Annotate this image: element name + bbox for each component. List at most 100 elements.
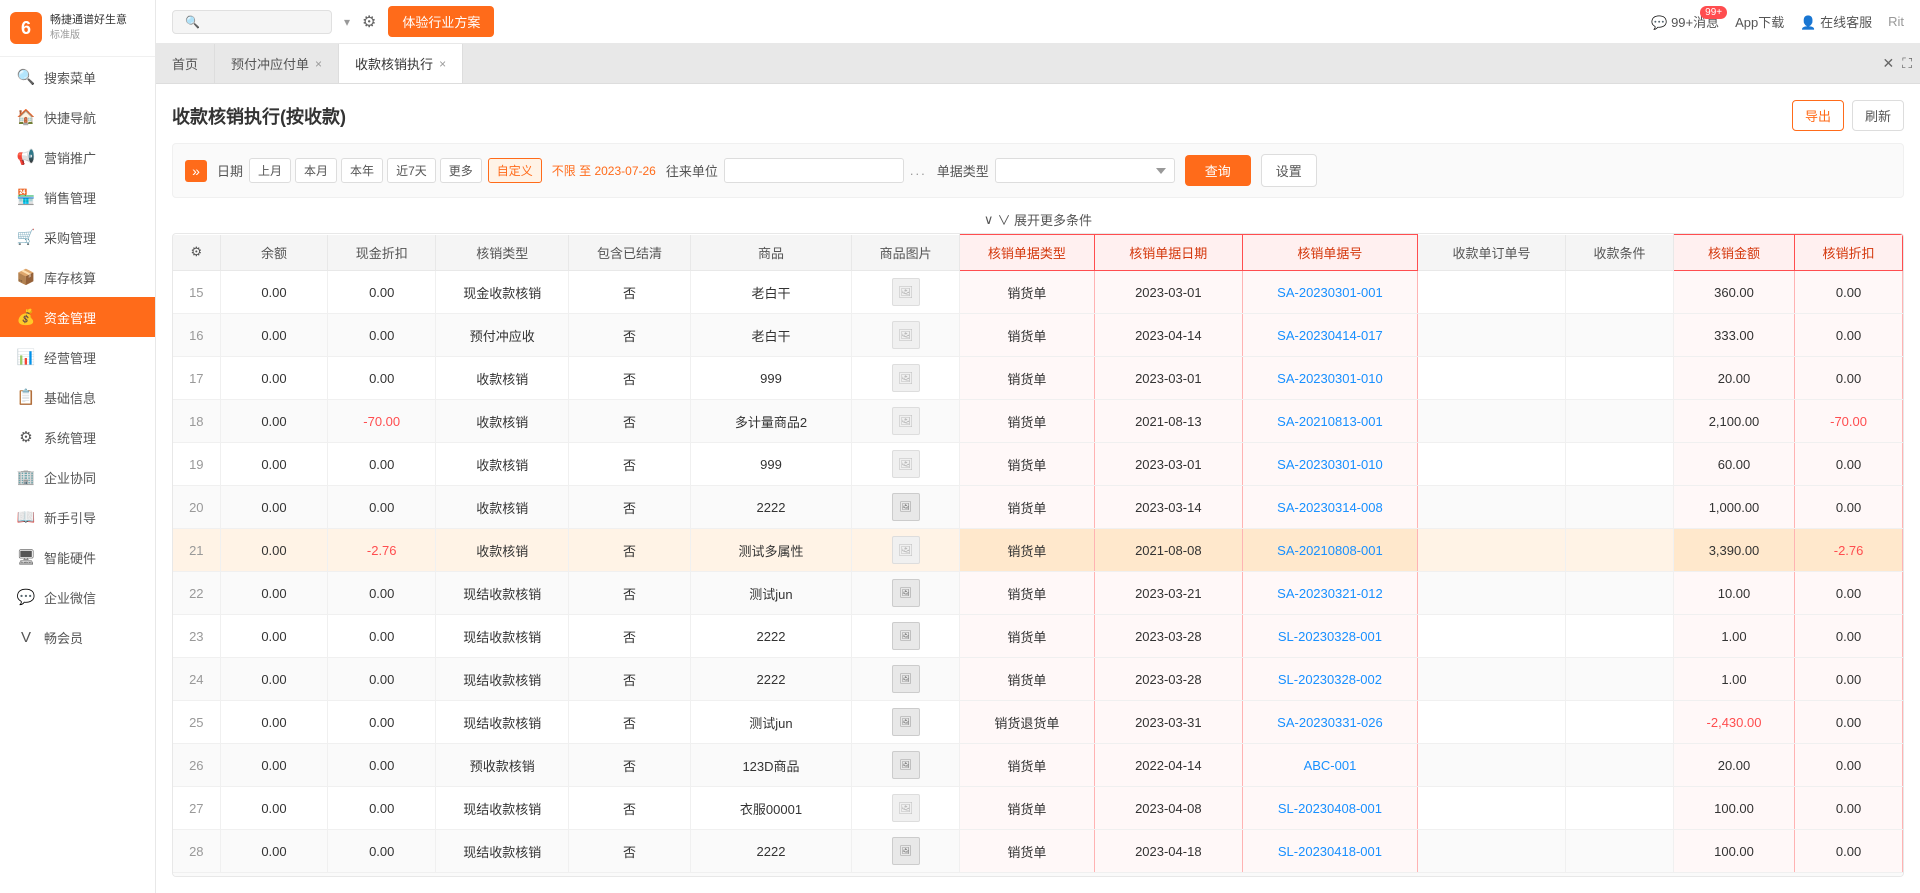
bill-no-link[interactable]: ABC-001: [1304, 758, 1357, 773]
cell-cash_discount: -70.00: [328, 400, 436, 443]
cell-cancel_bill_no[interactable]: SA-20230321-012: [1242, 572, 1417, 615]
sidebar-item-operation[interactable]: 📊 经营管理: [0, 337, 155, 377]
tab-home[interactable]: 首页: [156, 44, 215, 83]
date-btn-近7天[interactable]: 近7天: [387, 158, 436, 183]
cell-icon: 22: [173, 572, 220, 615]
date-btn-上月[interactable]: 上月: [249, 158, 291, 183]
sidebar-item-guide[interactable]: 📖 新手引导: [0, 497, 155, 537]
query-button[interactable]: 查询: [1185, 155, 1251, 186]
sidebar-item-hardware[interactable]: 🖥 智能硬件: [0, 537, 155, 577]
bill-no-link[interactable]: SA-20210808-001: [1277, 543, 1383, 558]
sidebar-item-member[interactable]: V 畅会员: [0, 617, 155, 657]
col-header-cancel_bill_type: 核销单据类型: [960, 235, 1095, 271]
cell-cancel_bill_no[interactable]: SA-20230301-001: [1242, 271, 1417, 314]
cell-cancel_bill_no[interactable]: SA-20210808-001: [1242, 529, 1417, 572]
date-btn-更多[interactable]: 更多: [440, 158, 482, 183]
top-search-bar[interactable]: 🔍: [172, 10, 332, 34]
bill-no-link[interactable]: SL-20230328-002: [1278, 672, 1382, 687]
cell-balance: 0.00: [220, 486, 328, 529]
bill-no-link[interactable]: SA-20230314-008: [1277, 500, 1383, 515]
sidebar-item-enterprise[interactable]: 🏢 企业协同: [0, 457, 155, 497]
product-image: 🖼: [892, 579, 920, 607]
type-filter-select[interactable]: [995, 158, 1175, 183]
cell-cancel_bill_no[interactable]: SA-20210813-001: [1242, 400, 1417, 443]
online-service-link[interactable]: 👤 在线客服: [1800, 12, 1872, 31]
cell-product: 123D商品: [690, 744, 852, 787]
cell-cash_discount: 0.00: [328, 443, 436, 486]
notification-bell[interactable]: 💬 99+消息 99+: [1651, 12, 1719, 31]
partner-filter-input[interactable]: [724, 158, 904, 183]
member-icon: V: [16, 627, 36, 647]
date-btn-本月[interactable]: 本月: [295, 158, 337, 183]
cell-receipt_condition: [1566, 400, 1674, 443]
bill-no-link[interactable]: SL-20230408-001: [1278, 801, 1382, 816]
row-num: 28: [189, 844, 203, 859]
tab-close-prepay[interactable]: ×: [315, 57, 322, 71]
cell-cancel_bill_no[interactable]: SL-20230418-001: [1242, 830, 1417, 873]
cell-cancel_bill_no[interactable]: SL-20230408-001: [1242, 787, 1417, 830]
cell-cancel_bill_no[interactable]: SA-20230301-010: [1242, 357, 1417, 400]
cell-cancel_bill_no[interactable]: SA-20230301-010: [1242, 443, 1417, 486]
bill-no-link[interactable]: SA-20210813-001: [1277, 414, 1383, 429]
sidebar-item-sales[interactable]: 🏪 销售管理: [0, 177, 155, 217]
maximize-window-icon[interactable]: ⛶: [1902, 55, 1912, 72]
cell-cancel_bill_no[interactable]: SA-20230331-026: [1242, 701, 1417, 744]
cell-cancel_bill_no[interactable]: SL-20230328-002: [1242, 658, 1417, 701]
cell-receipt_order_no: [1417, 400, 1565, 443]
industry-solution-button[interactable]: 体验行业方案: [388, 6, 494, 37]
sidebar-item-system[interactable]: ⚙ 系统管理: [0, 417, 155, 457]
cell-balance: 0.00: [220, 443, 328, 486]
cell-cancel_type: 现结收款核销: [436, 658, 569, 701]
cell-cancel_bill_no[interactable]: SA-20230414-017: [1242, 314, 1417, 357]
cell-cancel_bill_no[interactable]: ABC-001: [1242, 744, 1417, 787]
cell-product_img: 🖼: [852, 400, 960, 443]
sidebar-item-finance[interactable]: 💰 资金管理: [0, 297, 155, 337]
setting-button[interactable]: 设置: [1261, 154, 1317, 187]
close-window-icon[interactable]: ✕: [1882, 55, 1894, 72]
dropdown-arrow-icon[interactable]: ▾: [344, 15, 350, 29]
settings-gear-icon[interactable]: ⚙: [362, 12, 376, 32]
bill-no-link[interactable]: SA-20230301-010: [1277, 371, 1383, 386]
custom-date-button[interactable]: 自定义: [488, 158, 542, 183]
cell-product: 测试jun: [690, 572, 852, 615]
sidebar-item-inventory[interactable]: 📦 库存核算: [0, 257, 155, 297]
cell-cancel_bill_no[interactable]: SL-20230328-001: [1242, 615, 1417, 658]
cell-receipt_condition: [1566, 271, 1674, 314]
cell-cancel_bill_date: 2023-03-28: [1094, 615, 1242, 658]
app-download-link[interactable]: App下载: [1735, 12, 1784, 31]
sidebar-item-marketing[interactable]: 📢 营销推广: [0, 137, 155, 177]
cell-cancel_type: 预付冲应收: [436, 314, 569, 357]
bill-no-link[interactable]: SA-20230301-010: [1277, 457, 1383, 472]
bill-no-link[interactable]: SA-20230321-012: [1277, 586, 1383, 601]
sidebar-item-shortcut[interactable]: 🏠 快捷导航: [0, 97, 155, 137]
cell-cash_discount: -2.76: [328, 529, 436, 572]
cell-cancel_bill_date: 2021-08-08: [1094, 529, 1242, 572]
expand-more-conditions[interactable]: ∨ ∨ 展开更多条件: [172, 206, 1904, 233]
sidebar-item-basic[interactable]: 📋 基础信息: [0, 377, 155, 417]
cell-receipt_order_no: [1417, 529, 1565, 572]
cell-balance: 0.00: [220, 787, 328, 830]
bill-no-link[interactable]: SA-20230414-017: [1277, 328, 1383, 343]
tab-close-receipt[interactable]: ×: [439, 57, 446, 71]
export-button[interactable]: 导出: [1792, 100, 1844, 131]
filter-expand-button[interactable]: »: [185, 160, 207, 182]
col-header-receipt_condition: 收款条件: [1566, 235, 1674, 271]
cell-cancel_bill_date: 2023-03-01: [1094, 357, 1242, 400]
bill-no-link[interactable]: SA-20230331-026: [1277, 715, 1383, 730]
cell-cancel_bill_no[interactable]: SA-20230314-008: [1242, 486, 1417, 529]
date-btn-本年[interactable]: 本年: [341, 158, 383, 183]
tab-bar: 首页预付冲应付单×收款核销执行× ✕ ⛶: [156, 44, 1920, 84]
table-row: 230.000.00现结收款核销否2222🖼销货单2023-03-28SL-20…: [173, 615, 1903, 658]
inventory-icon: 📦: [16, 267, 36, 287]
sidebar-item-search[interactable]: 🔍 搜索菜单: [0, 57, 155, 97]
cell-receipt_condition: [1566, 744, 1674, 787]
sidebar-item-purchase[interactable]: 🛒 采购管理: [0, 217, 155, 257]
tab-receipt[interactable]: 收款核销执行×: [339, 44, 463, 83]
bill-no-link[interactable]: SA-20230301-001: [1277, 285, 1383, 300]
bill-no-link[interactable]: SL-20230328-001: [1278, 629, 1382, 644]
refresh-button[interactable]: 刷新: [1852, 100, 1904, 131]
sidebar-item-wechat[interactable]: 💬 企业微信: [0, 577, 155, 617]
bill-no-link[interactable]: SL-20230418-001: [1278, 844, 1382, 859]
cell-icon: 16: [173, 314, 220, 357]
tab-prepay[interactable]: 预付冲应付单×: [215, 44, 339, 83]
